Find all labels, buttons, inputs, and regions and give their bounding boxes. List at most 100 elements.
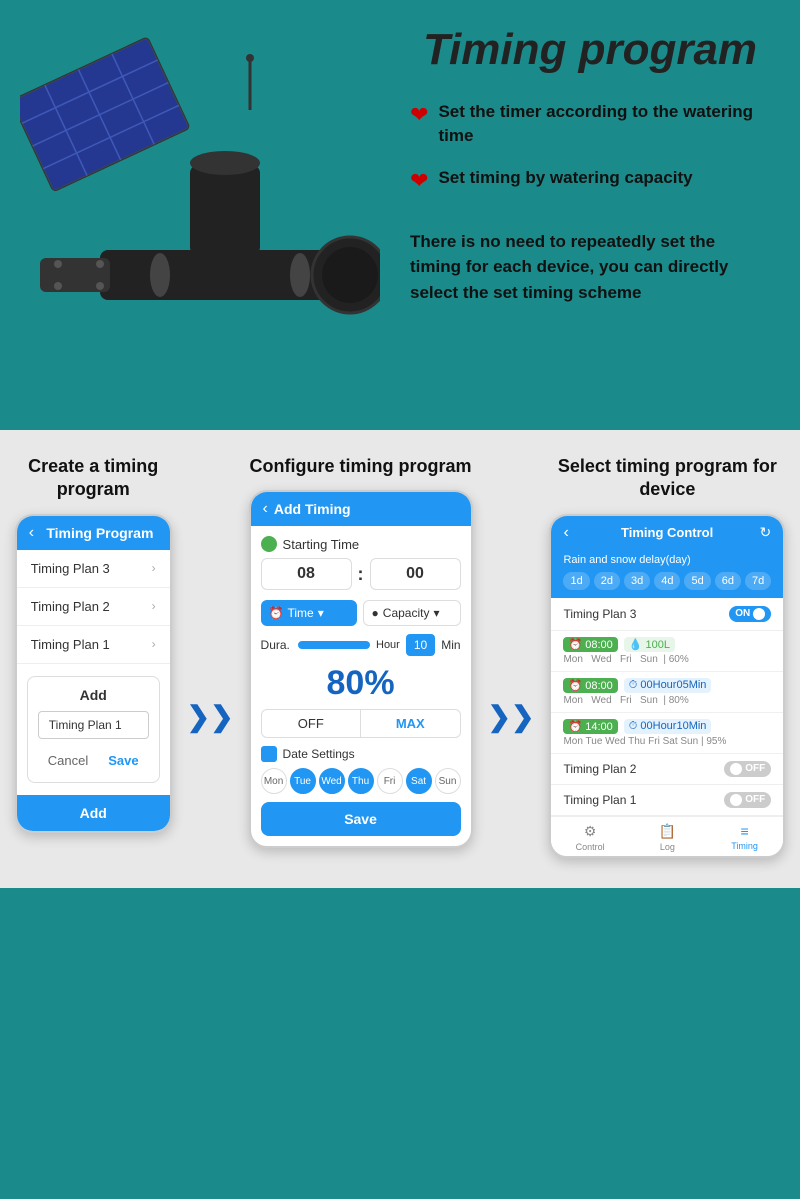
right-content: Timing program ❤ Set the timer according…	[400, 20, 770, 400]
phone2-body: Starting Time 08 : 00 ⏰ Time ▾	[251, 526, 471, 846]
phone1-mockup: ‹ Timing Program Timing Plan 3 › Timing …	[15, 514, 172, 833]
dura-row: Dura. Hour 10 Min	[261, 634, 461, 656]
chevron-icon: ›	[152, 561, 156, 575]
plan1-name: Timing Plan 1	[563, 793, 636, 807]
dialog-title: Add	[38, 687, 149, 703]
step2-column: Configure timing program ‹ Add Timing St…	[249, 455, 473, 858]
dropdown-icon-2: ▾	[433, 606, 439, 620]
day-mon[interactable]: Mon	[261, 768, 287, 794]
phone3-header-title: Timing Control	[575, 525, 760, 540]
capacity-selector[interactable]: ● Capacity ▾	[363, 600, 461, 626]
rain-delay-label: Rain and snow delay(day)	[551, 550, 783, 572]
list-item-label: Timing Plan 3	[31, 561, 110, 576]
phone2-header: ‹ Add Timing	[251, 492, 471, 526]
days-row: Mon Tue Wed Thu Fri Sat Sun	[261, 768, 461, 794]
phone3-footer: ⚙ Control 📋 Log ≡ Timing	[551, 816, 783, 856]
hour-box[interactable]: 08	[261, 558, 352, 590]
plan3-toggle[interactable]: ON	[729, 606, 771, 622]
pill-1d[interactable]: 1d	[563, 572, 589, 590]
cancel-button[interactable]: Cancel	[38, 749, 98, 772]
day-fri[interactable]: Fri	[377, 768, 403, 794]
dialog-buttons: Cancel Save	[38, 749, 149, 772]
phone1-back-icon[interactable]: ‹	[29, 524, 34, 542]
schedule-row3: ⏰ 14:00 ⏱ 00Hour10Min	[563, 719, 771, 734]
clock-mini-icon: ⏰	[269, 606, 284, 620]
pill-7d[interactable]: 7d	[745, 572, 771, 590]
toggle-off-label-2: OFF	[745, 763, 765, 774]
save-button[interactable]: Save	[261, 802, 461, 836]
arrow-1: ❯❯	[187, 455, 234, 858]
list-item[interactable]: Timing Plan 1 ›	[17, 626, 170, 664]
bullet-1: ❤ Set the timer according to the waterin…	[410, 100, 770, 148]
pill-4d[interactable]: 4d	[654, 572, 680, 590]
date-icon	[261, 746, 277, 762]
phone2-header-title: Add Timing	[274, 501, 351, 517]
day-tue[interactable]: Tue	[290, 768, 316, 794]
capacity-selector-label: Capacity	[383, 606, 430, 620]
capacity-icon: ●	[372, 606, 379, 620]
time-selector[interactable]: ⏰ Time ▾	[261, 600, 357, 626]
time-badge-3: ⏰ 14:00	[563, 719, 617, 734]
bullet-2: ❤ Set timing by watering capacity	[410, 166, 770, 194]
device-image-container	[20, 20, 400, 400]
duration-badge-2: ⏱ 00Hour05Min	[624, 678, 712, 693]
off-button[interactable]: OFF	[262, 710, 362, 737]
footer-log[interactable]: 📋 Log	[629, 823, 706, 852]
pill-6d[interactable]: 6d	[715, 572, 741, 590]
step3-title: Select timing program for device	[549, 455, 785, 502]
plan3-header: Timing Plan 3 ON	[551, 598, 783, 631]
save-button[interactable]: Save	[98, 749, 148, 772]
footer-control[interactable]: ⚙ Control	[551, 823, 628, 852]
phone2-back-icon[interactable]: ‹	[263, 500, 268, 518]
schedule-item-2: ⏰ 08:00 ⏱ 00Hour05Min Mon Wed Fri Sun | …	[551, 672, 783, 713]
toggle-circle-2	[730, 763, 742, 775]
minute-box[interactable]: 00	[370, 558, 461, 590]
percent-display: 80%	[261, 664, 461, 703]
dura-box[interactable]	[298, 641, 370, 649]
min-value[interactable]: 10	[406, 634, 435, 656]
colon: :	[356, 564, 366, 585]
footer-timing[interactable]: ≡ Timing	[706, 823, 783, 852]
pill-3d[interactable]: 3d	[624, 572, 650, 590]
schedule-days-2: Mon Wed Fri Sun | 80%	[563, 695, 771, 706]
day-pills-row: 1d 2d 3d 4d 5d 6d 7d	[551, 572, 783, 598]
schedule-days-3: Mon Tue Wed Thu Fri Sat Sun | 95%	[563, 736, 771, 747]
refresh-icon[interactable]: ↻	[759, 524, 771, 541]
day-sun[interactable]: Sun	[435, 768, 461, 794]
hour-label: Hour	[376, 639, 400, 651]
step1-title: Create a timing program	[15, 455, 172, 502]
plan1-header: Timing Plan 1 OFF	[551, 785, 783, 816]
toggle-circle	[753, 608, 765, 620]
schedule-row1: ⏰ 08:00 💧 100L	[563, 637, 771, 652]
list-item-label: Timing Plan 1	[31, 637, 110, 652]
min-label: Min	[441, 638, 460, 652]
dura-label: Dura.	[261, 638, 290, 652]
plan3-name: Timing Plan 3	[563, 607, 636, 621]
list-item[interactable]: Timing Plan 3 ›	[17, 550, 170, 588]
phone1-footer[interactable]: Add	[17, 795, 170, 831]
bullet-text-1: Set the timer according to the watering …	[438, 100, 770, 148]
list-item[interactable]: Timing Plan 2 ›	[17, 588, 170, 626]
dialog-input[interactable]: Timing Plan 1	[38, 711, 149, 739]
duration-badge-3: ⏱ 00Hour10Min	[624, 719, 712, 734]
time-row: 08 : 00	[261, 558, 461, 590]
bottom-section: Create a timing program ‹ Timing Program…	[0, 430, 800, 888]
control-icon: ⚙	[584, 823, 597, 840]
heart-icon-1: ❤	[410, 102, 428, 128]
time-badge-1: ⏰ 08:00	[563, 637, 617, 652]
step3-column: Select timing program for device ‹ Timin…	[549, 455, 785, 858]
clock-icon	[261, 536, 277, 552]
toggle-off-label-3: OFF	[745, 794, 765, 805]
day-thu[interactable]: Thu	[348, 768, 374, 794]
day-wed[interactable]: Wed	[319, 768, 345, 794]
max-button[interactable]: MAX	[361, 710, 460, 737]
phone3-back-icon[interactable]: ‹	[563, 524, 568, 542]
chevron-icon: ›	[152, 637, 156, 651]
day-sat[interactable]: Sat	[406, 768, 432, 794]
plan1-toggle[interactable]: OFF	[724, 792, 771, 808]
pill-5d[interactable]: 5d	[684, 572, 710, 590]
bullet-text-2: Set timing by watering capacity	[438, 166, 692, 190]
plan2-toggle[interactable]: OFF	[724, 761, 771, 777]
add-dialog: Add Timing Plan 1 Cancel Save	[27, 676, 160, 783]
pill-2d[interactable]: 2d	[594, 572, 620, 590]
